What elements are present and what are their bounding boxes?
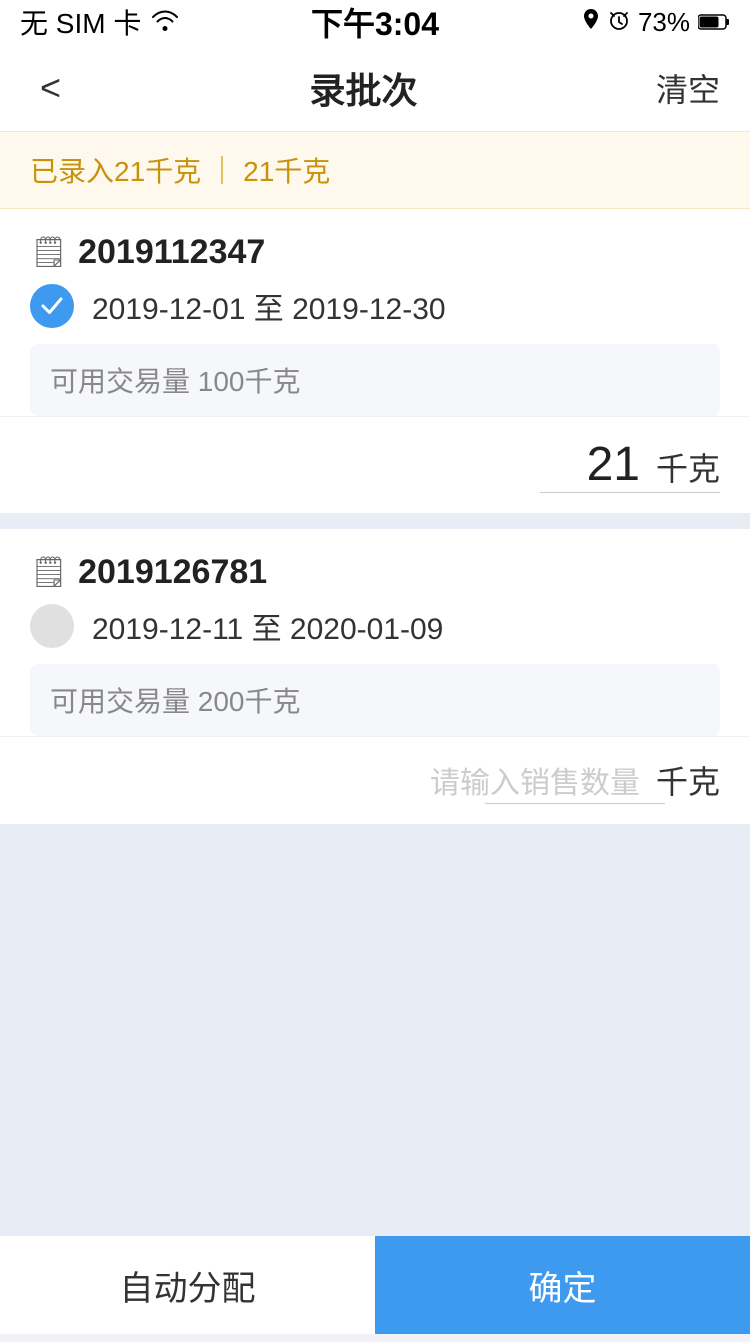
auto-distribute-button[interactable]: 自动分配 [0,1236,375,1334]
item2-radio-unchecked[interactable] [30,604,74,648]
status-right: 73% [582,7,730,38]
item-card-2: 🗒 2019126781 2019-12-11 至 2020-01-09 可用交… [0,529,750,824]
item1-radio-checked[interactable] [30,284,74,328]
item2-icon: 🗒 [30,555,68,590]
battery-percent: 73% [638,7,690,38]
item2-input-placeholder[interactable]: 请输入销售数量 [430,758,640,802]
status-time: 下午3:04 [311,0,439,45]
item2-details: 🗒 2019126781 2019-12-11 至 2020-01-09 可用交… [0,529,750,736]
item2-quantity: 可用交易量 200千克 [30,664,720,736]
item1-amount-row: 21 千克 [0,417,750,513]
item1-date-row[interactable]: 2019-12-01 至 2019-12-30 [30,284,720,328]
battery-icon [698,7,730,38]
back-button[interactable]: < [30,57,71,119]
alarm-icon [608,7,630,38]
item1-amount-unit: 千克 [656,444,720,490]
info-banner: 已录入21千克 21千克 [0,132,750,209]
item1-details: 🗒 2019112347 2019-12-01 至 2019-12-30 可用交… [0,209,750,416]
nav-bar: < 录批次 清空 [0,44,750,132]
item2-id-row: 🗒 2019126781 [30,553,720,592]
item1-amount-section: 21 千克 [0,416,750,513]
item-card-1: 🗒 2019112347 2019-12-01 至 2019-12-30 可用交… [0,209,750,513]
info-label: 已录入21千克 [30,150,201,190]
carrier-text: 无 SIM 卡 [20,2,141,42]
item2-id: 2019126781 [78,553,267,592]
item2-input-row: 请输入销售数量 千克 [0,737,750,824]
bottom-bar: 自动分配 确定 [0,1236,750,1334]
item2-amount-section: 请输入销售数量 千克 [0,736,750,824]
wifi-icon [151,6,179,38]
item1-amount-value[interactable]: 21 [587,437,640,492]
item1-underline [540,492,720,493]
item2-date: 2019-12-11 至 2020-01-09 [92,604,443,648]
gray-area [0,824,750,1244]
item1-id-row: 🗒 2019112347 [30,233,720,272]
item1-id: 2019112347 [78,233,265,272]
clear-button[interactable]: 清空 [656,65,720,111]
status-left: 无 SIM 卡 [20,2,179,42]
item1-date: 2019-12-01 至 2019-12-30 [92,284,446,328]
item2-input-unit: 千克 [656,757,720,803]
item1-icon: 🗒 [30,235,68,270]
info-divider [221,156,223,184]
location-icon [582,7,600,38]
item1-quantity: 可用交易量 100千克 [30,344,720,416]
page-title: 录批次 [310,62,418,114]
item2-underline [485,803,665,804]
confirm-button[interactable]: 确定 [375,1236,750,1334]
info-value: 21千克 [243,150,330,190]
item2-date-row[interactable]: 2019-12-11 至 2020-01-09 [30,604,720,648]
status-bar: 无 SIM 卡 下午3:04 73% [0,0,750,44]
section-separator-1 [0,513,750,529]
